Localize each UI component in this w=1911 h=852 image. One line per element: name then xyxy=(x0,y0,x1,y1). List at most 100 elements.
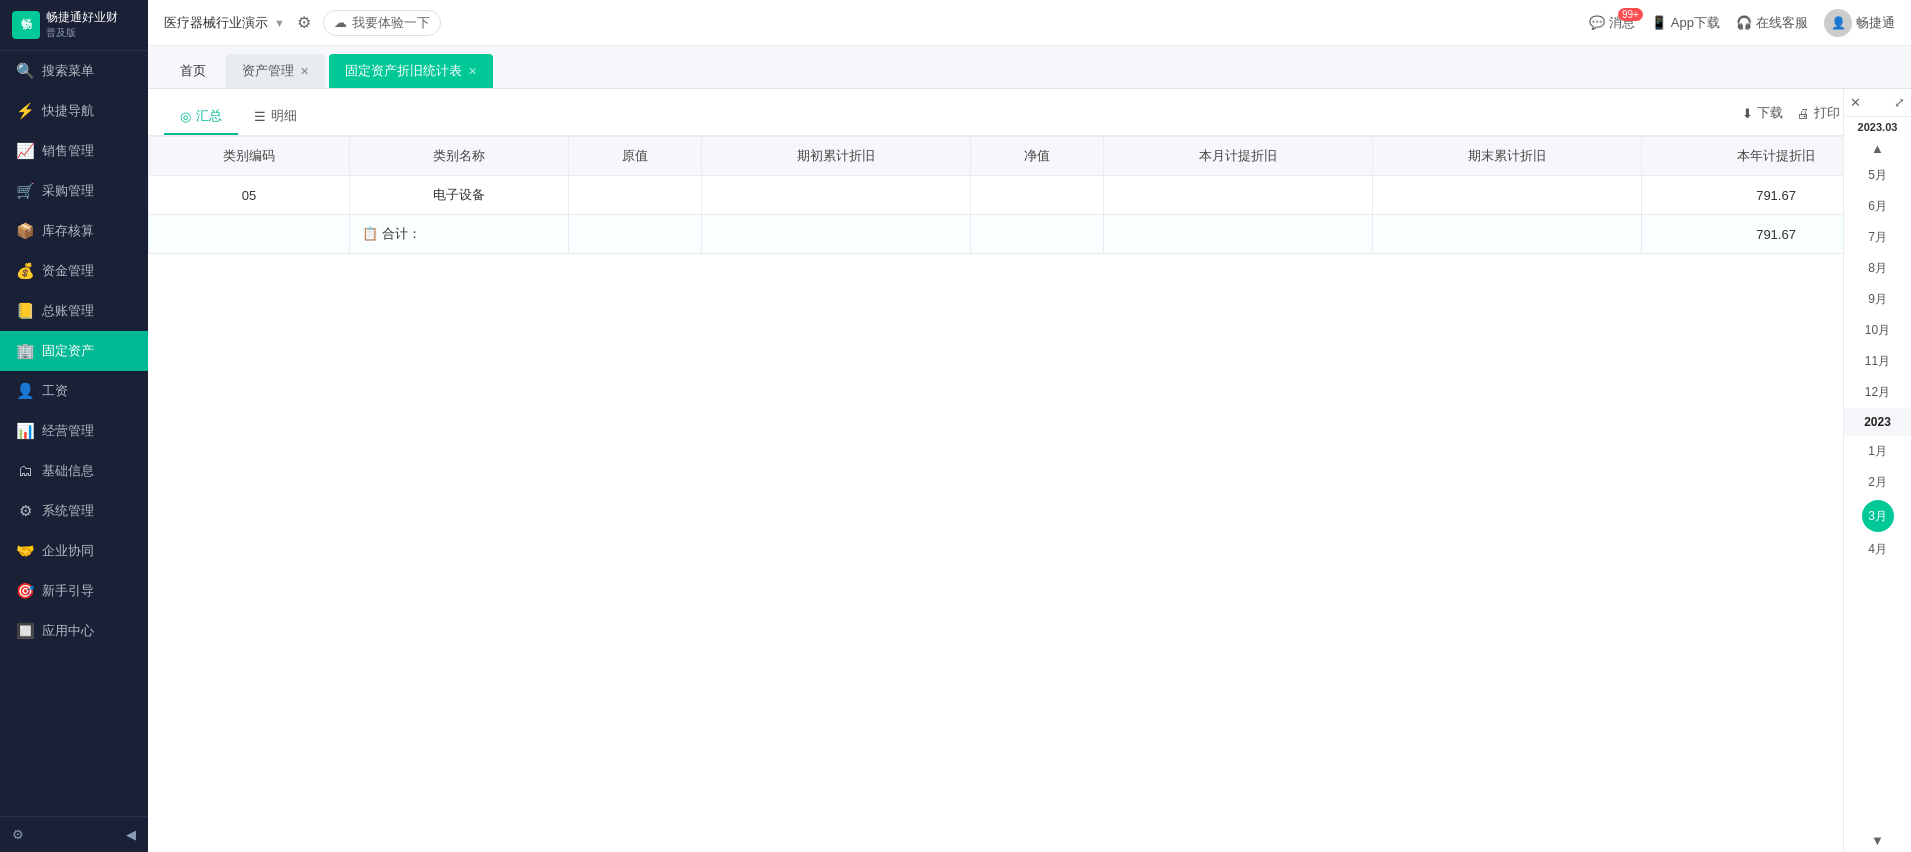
table-cell xyxy=(1373,176,1642,215)
sub-tab-detail[interactable]: ☰明细 xyxy=(238,99,313,135)
tab-label-depreciation-report: 固定资产折旧统计表 xyxy=(345,62,462,80)
sub-tabs: ◎汇总☰明细 ⬇ 下载 🖨 打印 ↺ 刷新 xyxy=(148,89,1911,136)
date-month-item[interactable]: 9月 xyxy=(1844,284,1911,315)
sidebar-item-guide[interactable]: 🎯新手引导 xyxy=(0,571,148,611)
sidebar-item-sales[interactable]: 📈 销售管理 xyxy=(0,131,148,171)
sub-tab-icon-summary: ◎ xyxy=(180,109,191,124)
sidebar-footer: ⚙ ◀ xyxy=(0,816,148,852)
content-area: ◎汇总☰明细 ⬇ 下载 🖨 打印 ↺ 刷新 xyxy=(148,89,1911,852)
depreciation-table: 类别编码类别名称原值期初累计折旧净值本月计提折旧期末累计折旧本年计提折旧 05电… xyxy=(148,136,1911,254)
sales-icon: 📈 xyxy=(16,142,34,160)
close-panel-btn[interactable]: ✕ xyxy=(1850,95,1861,110)
tab-home[interactable]: 首页 xyxy=(164,54,222,88)
sidebar-item-payroll[interactable]: 👤 工资 xyxy=(0,371,148,411)
message-badge: 99+ xyxy=(1618,8,1643,21)
sidebar-menu: 🔍搜索菜单⚡快捷导航 📈 销售管理 🛒采购管理📦库存核算 💰 资金管理 📒 总账管理 🏢固定资产… xyxy=(0,51,148,816)
sidebar-item-appcenter[interactable]: 🔲应用中心 xyxy=(0,611,148,651)
sidebar-item-finance[interactable]: 💰 资金管理 xyxy=(0,251,148,291)
online-service-label: 在线客服 xyxy=(1756,14,1808,32)
ledger-icon: 📒 xyxy=(16,302,34,320)
sidebar-item-ledger[interactable]: 📒 总账管理 xyxy=(0,291,148,331)
company-name: 医疗器械行业演示 xyxy=(164,14,268,32)
date-month-item[interactable]: 12月 xyxy=(1844,377,1911,408)
sidebar-item-fixedasset[interactable]: 🏢固定资产 xyxy=(0,331,148,371)
sidebar-label-finance: 资金管理 xyxy=(42,262,94,280)
prev-month-btn[interactable]: ▲ xyxy=(1867,137,1888,160)
sidebar-label-quicknav: 快捷导航 xyxy=(42,102,94,120)
finance-icon: 💰 xyxy=(16,262,34,280)
date-month-item[interactable]: 3月 xyxy=(1862,500,1894,532)
date-month-item[interactable]: 7月 xyxy=(1844,222,1911,253)
total-cell xyxy=(971,215,1104,254)
date-month-item[interactable]: 6月 xyxy=(1844,191,1911,222)
guide-icon: 🎯 xyxy=(16,582,34,600)
tabs-bar: 首页资产管理✕ 固定资产折旧统计表 ✕ xyxy=(148,46,1911,89)
sidebar-item-basicinfo[interactable]: 🗂基础信息 xyxy=(0,451,148,491)
date-month-item[interactable]: 5月 xyxy=(1844,160,1911,191)
col-header: 净值 xyxy=(971,137,1104,176)
sidebar-item-enterprise[interactable]: 🤝企业协同 xyxy=(0,531,148,571)
sidebar-label-basicinfo: 基础信息 xyxy=(42,462,94,480)
col-header: 类别编码 xyxy=(149,137,350,176)
sub-tab-summary[interactable]: ◎汇总 xyxy=(164,99,238,135)
collapse-icon[interactable]: ◀ xyxy=(126,827,136,842)
experience-label: 我要体验一下 xyxy=(352,14,430,32)
topbar-settings-icon[interactable]: ⚙ xyxy=(297,13,311,32)
date-month-item[interactable]: 1月 xyxy=(1844,436,1911,467)
app-download-btn[interactable]: 📱 App下载 xyxy=(1651,14,1720,32)
sidebar-label-sales: 销售管理 xyxy=(42,142,94,160)
payroll-icon: 👤 xyxy=(16,382,34,400)
tab-asset-mgmt[interactable]: 资产管理✕ xyxy=(226,54,325,88)
service-icon: 🎧 xyxy=(1736,15,1752,30)
date-list: 5月6月7月8月9月10月11月12月20231月2月3月4月 xyxy=(1844,160,1911,829)
download-btn[interactable]: ⬇ 下载 xyxy=(1742,104,1783,122)
sidebar-item-operations[interactable]: 📊经营管理 xyxy=(0,411,148,451)
table-header-row: 类别编码类别名称原值期初累计折旧净值本月计提折旧期末累计折旧本年计提折旧 xyxy=(149,137,1911,176)
sidebar-item-search[interactable]: 🔍搜索菜单 xyxy=(0,51,148,91)
col-header: 原值 xyxy=(569,137,702,176)
date-month-item[interactable]: 4月 xyxy=(1844,534,1911,565)
next-month-btn[interactable]: ▼ xyxy=(1867,829,1888,852)
current-date-display: 2023.03 xyxy=(1844,117,1911,137)
message-btn[interactable]: 💬 消息 99+ xyxy=(1589,14,1635,32)
date-month-item[interactable]: 8月 xyxy=(1844,253,1911,284)
company-selector[interactable]: 医疗器械行业演示 ▼ xyxy=(164,14,285,32)
operations-icon: 📊 xyxy=(16,422,34,440)
date-month-item[interactable]: 2月 xyxy=(1844,467,1911,498)
user-btn[interactable]: 👤 畅捷通 xyxy=(1824,9,1895,37)
sidebar-item-inventory[interactable]: 📦库存核算 xyxy=(0,211,148,251)
total-cell xyxy=(1104,215,1373,254)
total-cell: 📋合计： xyxy=(349,215,568,254)
date-month-item[interactable]: 10月 xyxy=(1844,315,1911,346)
sidebar-label-payroll: 工资 xyxy=(42,382,68,400)
sub-tab-label-detail: 明细 xyxy=(271,107,297,125)
company-arrow-icon: ▼ xyxy=(274,17,285,29)
message-icon: 💬 xyxy=(1589,15,1605,30)
sidebar-label-ledger: 总账管理 xyxy=(42,302,94,320)
cloud-icon: ☁ xyxy=(334,15,347,30)
sidebar-item-quicknav[interactable]: ⚡快捷导航 xyxy=(0,91,148,131)
total-row: 📋合计：791.67 xyxy=(149,215,1911,254)
sidebar-item-sysadmin[interactable]: ⚙ 系统管理 xyxy=(0,491,148,531)
online-service-btn[interactable]: 🎧 在线客服 xyxy=(1736,14,1808,32)
sidebar-item-purchase[interactable]: 🛒采购管理 xyxy=(0,171,148,211)
topbar-right: 💬 消息 99+ 📱 App下载 🎧 在线客服 👤 畅捷通 xyxy=(1589,9,1895,37)
total-cell xyxy=(1373,215,1642,254)
experience-btn[interactable]: ☁ 我要体验一下 xyxy=(323,10,441,36)
settings-icon[interactable]: ⚙ xyxy=(12,827,24,842)
app-icon: 📱 xyxy=(1651,15,1667,30)
print-btn[interactable]: 🖨 打印 xyxy=(1797,104,1840,122)
print-label: 打印 xyxy=(1814,104,1840,122)
sub-tabs-left: ◎汇总☰明细 xyxy=(164,99,313,135)
total-icon: 📋 xyxy=(362,226,378,241)
sidebar-label-sysadmin: 系统管理 xyxy=(42,502,94,520)
tab-close-asset-mgmt[interactable]: ✕ xyxy=(300,65,309,78)
expand-panel-btn[interactable]: ⤢ xyxy=(1894,95,1905,110)
sidebar-label-purchase: 采购管理 xyxy=(42,182,94,200)
sysadmin-icon: ⚙ xyxy=(16,502,34,520)
main-area: 医疗器械行业演示 ▼ ⚙ ☁ 我要体验一下 💬 消息 99+ 📱 App下载 🎧… xyxy=(148,0,1911,852)
date-month-item[interactable]: 11月 xyxy=(1844,346,1911,377)
total-cell xyxy=(569,215,702,254)
tab-close-depreciation-report[interactable]: ✕ xyxy=(468,65,477,78)
tab-depreciation-report[interactable]: 固定资产折旧统计表 ✕ xyxy=(329,54,493,88)
